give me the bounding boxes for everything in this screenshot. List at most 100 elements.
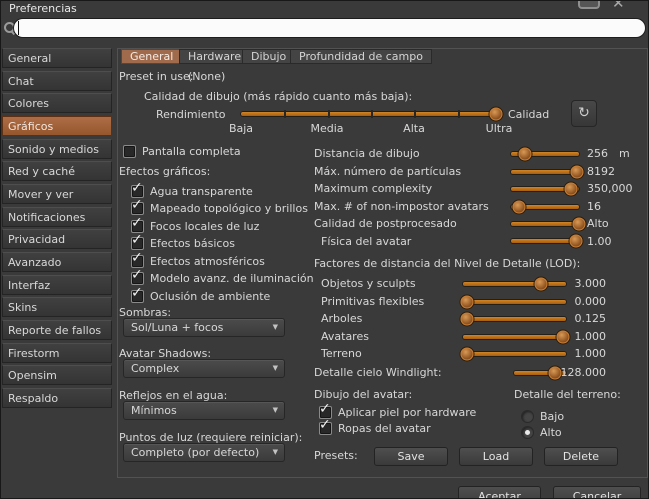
max-particles-slider[interactable] [511, 165, 584, 179]
checkbox[interactable] [131, 232, 144, 250]
sidebar-item-skins[interactable]: Skins [2, 297, 112, 317]
chevron-down-icon: ▼ [272, 323, 278, 331]
tab-dibujo[interactable]: Dibujo [242, 49, 296, 64]
text-caret [18, 21, 19, 35]
checkbox-hardware-skin[interactable]: Aplicar piel por hardware [319, 401, 476, 419]
slider-handle[interactable] [518, 147, 532, 161]
slider-handle[interactable] [460, 347, 474, 361]
postprocess-slider[interactable] [511, 217, 586, 231]
avatar-physics-value: 1.00 [587, 235, 612, 248]
max-particles-label: Máx. número de partículas [314, 165, 462, 178]
effects-title: Efectos gráficos: [119, 165, 211, 178]
max-complexity-slider[interactable] [511, 182, 579, 196]
sidebar-item-colores[interactable]: Colores [2, 93, 112, 113]
sidebar-item-mover[interactable]: Mover y ver [2, 184, 112, 204]
checkbox[interactable] [131, 285, 144, 303]
lod-objects-value: 3.000 [574, 277, 607, 290]
windlight-value: 128.000 [560, 366, 607, 379]
max-complexity-value: 350,000 [587, 182, 633, 195]
sidebar-item-respaldo[interactable]: Respaldo [2, 388, 112, 408]
sidebar-item-notificaciones[interactable]: Notificaciones [2, 207, 112, 227]
sidebar-item-general[interactable]: General [2, 48, 112, 68]
checkbox-pantalla-completa[interactable]: Pantalla completa [123, 144, 241, 158]
avatar-shadows-dropdown[interactable]: Complex ▼ [123, 359, 285, 378]
quality-tick-alta: Alta [403, 122, 425, 135]
radio-button[interactable] [521, 425, 534, 439]
preset-save-button[interactable]: Save [374, 447, 448, 466]
refresh-icon: ↻ [578, 105, 590, 121]
sidebar-item-opensim[interactable]: Opensim [2, 365, 112, 385]
checkbox-focos-locales[interactable]: Focos locales de luz [131, 215, 259, 233]
sidebar-item-privacidad[interactable]: Privacidad [2, 229, 112, 249]
lod-trees-label: Arboles [321, 312, 363, 325]
chevron-down-icon: ▼ [272, 364, 278, 372]
accept-button[interactable]: Aceptar [458, 486, 541, 498]
max-complexity-label: Maximum complexity [314, 182, 433, 195]
sidebar-item-sonido[interactable]: Sonido y medios [2, 139, 112, 159]
slider-handle[interactable] [564, 182, 578, 196]
search-input[interactable] [13, 18, 646, 38]
checkbox-avatar-clothes[interactable]: Ropas del avatar [319, 417, 431, 435]
sidebar-item-firestorm[interactable]: Firestorm [2, 343, 112, 363]
slider-handle[interactable] [570, 165, 584, 179]
lod-flex-value: 0.000 [574, 295, 607, 308]
draw-distance-unit: m [619, 147, 630, 160]
chevron-down-icon: ▼ [272, 448, 278, 456]
avatar-physics-slider[interactable] [511, 234, 583, 248]
checkbox-modelo-avanzado[interactable]: Modelo avanz. de iluminación [131, 267, 314, 285]
sidebar-item-reporte[interactable]: Reporte de fallos [2, 320, 112, 340]
slider-handle[interactable] [572, 217, 586, 231]
postprocess-label: Calidad de postprocesado [314, 217, 457, 230]
close-icon[interactable]: ✕ [612, 1, 625, 12]
max-particles-value: 8192 [587, 165, 615, 178]
quality-label: Calidad de dibujo (más rápido cuanto más… [144, 90, 413, 103]
quality-slider-handle[interactable] [489, 107, 503, 121]
tick [458, 110, 461, 118]
slider-handle[interactable] [569, 234, 583, 248]
tick [413, 110, 416, 118]
preset-delete-button[interactable]: Delete [544, 447, 618, 466]
checkbox[interactable] [319, 417, 332, 435]
slider-handle[interactable] [512, 200, 526, 214]
radio-button[interactable] [521, 409, 534, 423]
refresh-button[interactable]: ↻ [571, 100, 597, 127]
sidebar-item-red-cache[interactable]: Red y caché [2, 161, 112, 181]
tab-general[interactable]: General [121, 49, 183, 64]
draw-distance-label: Distancia de dibujo [314, 147, 420, 160]
draw-distance-value: 256 [587, 147, 608, 160]
non-impostor-slider[interactable] [511, 200, 579, 214]
slider-handle[interactable] [460, 295, 474, 309]
sidebar-item-avanzado[interactable]: Avanzado [2, 252, 112, 272]
water-reflections-dropdown[interactable]: Mínimos ▼ [123, 401, 285, 420]
checkbox-efectos-atmosfericos[interactable]: Efectos atmosféricos [131, 250, 265, 268]
radio-terrain-alto[interactable]: Alto [521, 425, 562, 439]
radio-terrain-bajo[interactable]: Bajo [521, 409, 564, 423]
checkbox[interactable] [131, 197, 144, 215]
postprocess-value: Alto [587, 217, 609, 230]
quality-min-label: Rendimiento [156, 108, 226, 121]
quality-tick-ultra: Ultra [485, 122, 513, 135]
draw-distance-slider[interactable] [511, 147, 579, 161]
checkbox-efectos-basicos[interactable]: Efectos básicos [131, 232, 235, 250]
sidebar-item-interfaz[interactable]: Interfaz [2, 275, 112, 295]
checkbox-agua-transparente[interactable]: Agua transparente [131, 180, 253, 198]
tear-off-icon[interactable] [578, 1, 600, 9]
checkbox[interactable] [131, 267, 144, 285]
shadows-dropdown[interactable]: Sol/Luna + focos ▼ [123, 318, 285, 337]
slider-handle[interactable] [460, 312, 474, 326]
sidebar-item-chat[interactable]: Chat [2, 71, 112, 91]
avatar-physics-label: Física del avatar [321, 235, 412, 248]
lod-terrain-label: Terreno [321, 347, 362, 360]
checkbox-mapeado-topologico[interactable]: Mapeado topológico y brillos [131, 197, 308, 215]
checkbox[interactable] [123, 144, 136, 158]
preset-load-button[interactable]: Load [459, 447, 533, 466]
tab-hardware[interactable]: Hardware [179, 49, 251, 64]
sidebar-item-graficos[interactable]: Gráficos [2, 116, 112, 136]
light-points-dropdown[interactable]: Completo (por defecto) ▼ [123, 443, 285, 462]
quality-slider[interactable] [241, 107, 503, 121]
tab-profundidad[interactable]: Profundidad de campo [290, 49, 432, 64]
checkbox-oclusion-ambiente[interactable]: Oclusión de ambiente [131, 285, 270, 303]
quality-tick-media: Media [310, 122, 344, 135]
cancel-button[interactable]: Cancelar [553, 486, 641, 498]
avatar-rendering-title: Dibujo del avatar: [314, 388, 413, 401]
